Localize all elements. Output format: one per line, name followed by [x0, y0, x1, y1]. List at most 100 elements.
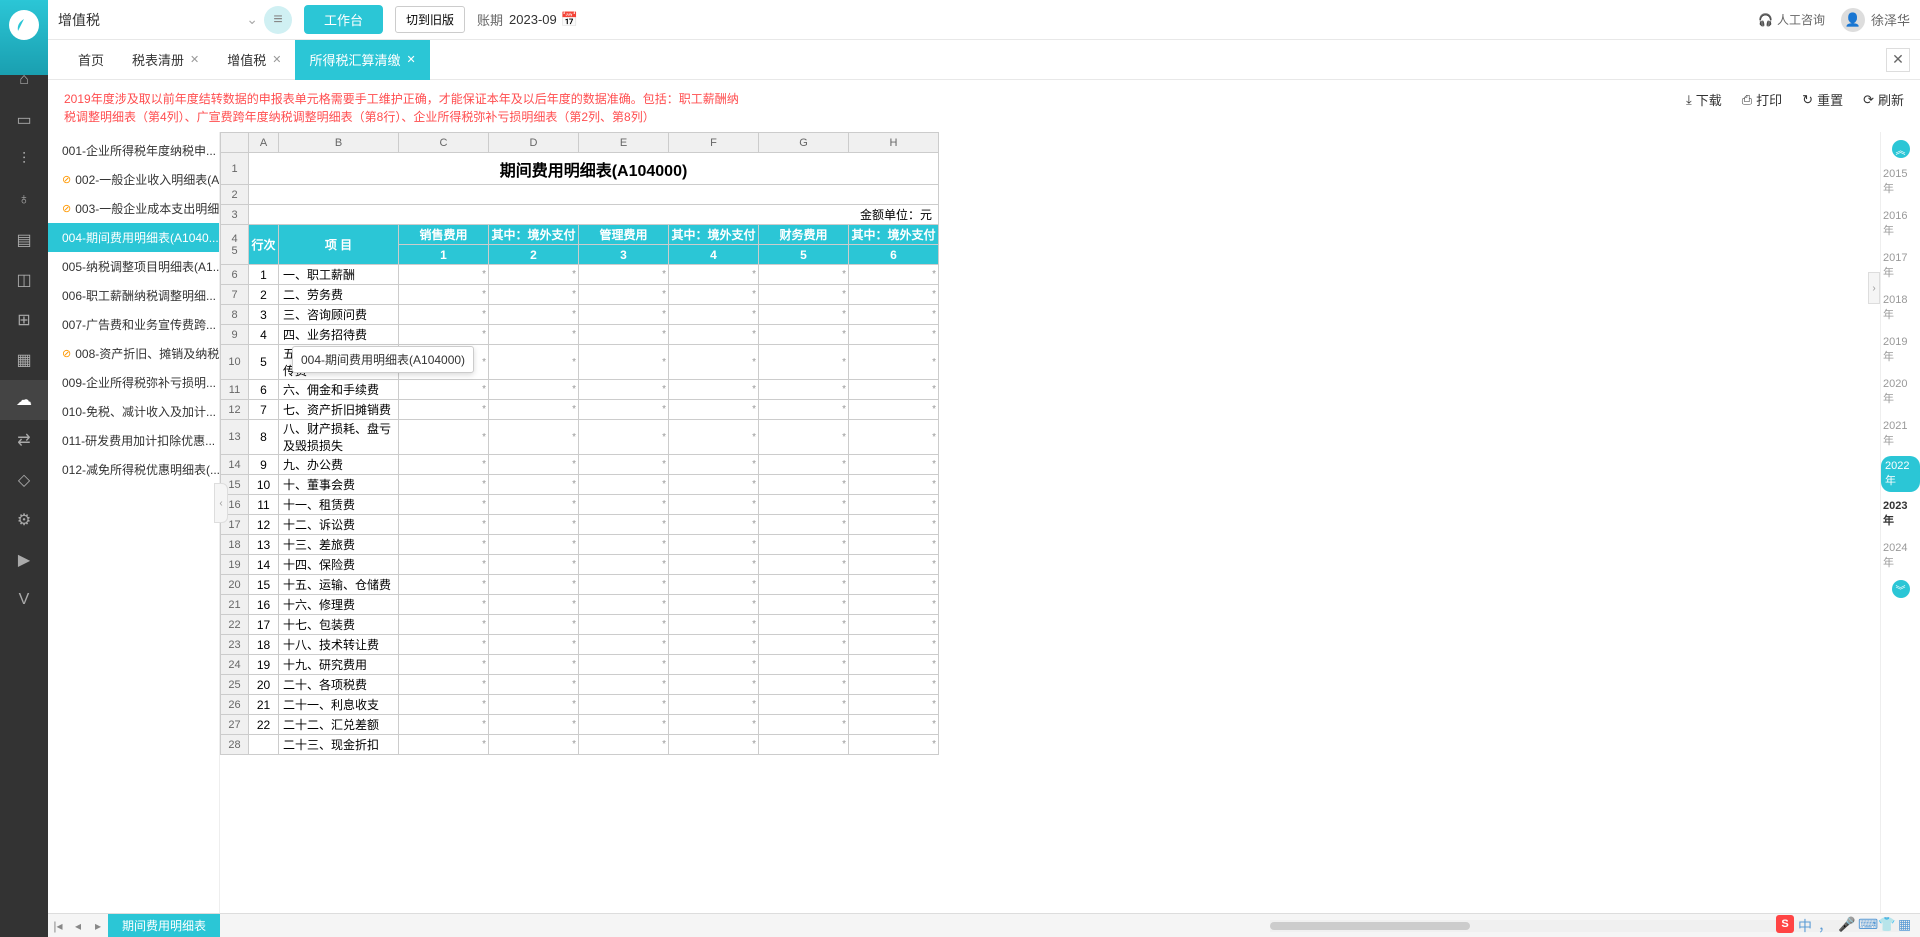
row-header[interactable]: 25: [221, 675, 249, 695]
refresh-button[interactable]: ⟳刷新: [1863, 90, 1904, 109]
data-cell[interactable]: *: [489, 495, 579, 515]
data-cell[interactable]: *: [399, 455, 489, 475]
data-cell[interactable]: *: [849, 345, 939, 380]
data-cell[interactable]: *: [849, 595, 939, 615]
data-cell[interactable]: *: [759, 420, 849, 455]
data-cell[interactable]: *: [669, 535, 759, 555]
data-cell[interactable]: *: [759, 555, 849, 575]
row-header[interactable]: 9: [221, 325, 249, 345]
data-cell[interactable]: *: [759, 535, 849, 555]
row-header[interactable]: 8: [221, 305, 249, 325]
data-cell[interactable]: *: [849, 615, 939, 635]
data-cell[interactable]: *: [399, 475, 489, 495]
row-header[interactable]: 26: [221, 695, 249, 715]
nav-report-icon[interactable]: ◫: [0, 260, 48, 300]
data-cell[interactable]: *: [759, 305, 849, 325]
data-cell[interactable]: *: [489, 635, 579, 655]
data-cell[interactable]: *: [579, 285, 669, 305]
data-cell[interactable]: *: [759, 615, 849, 635]
data-cell[interactable]: *: [669, 325, 759, 345]
data-cell[interactable]: *: [759, 735, 849, 755]
year-option[interactable]: 2021年: [1881, 414, 1920, 454]
data-cell[interactable]: *: [669, 285, 759, 305]
data-cell[interactable]: *: [669, 575, 759, 595]
data-cell[interactable]: *: [849, 675, 939, 695]
data-cell[interactable]: *: [759, 675, 849, 695]
data-cell[interactable]: *: [849, 555, 939, 575]
data-cell[interactable]: *: [759, 655, 849, 675]
ime-lang-icon[interactable]: 中: [1798, 916, 1814, 932]
report-item[interactable]: ⊘003-一般企业成本支出明细...: [48, 194, 219, 223]
data-cell[interactable]: *: [399, 615, 489, 635]
year-option[interactable]: 2024年: [1881, 536, 1920, 576]
tab-增值税[interactable]: 增值税✕: [213, 40, 295, 80]
data-cell[interactable]: *: [489, 575, 579, 595]
data-cell[interactable]: *: [399, 735, 489, 755]
data-cell[interactable]: *: [399, 535, 489, 555]
data-cell[interactable]: *: [489, 475, 579, 495]
data-cell[interactable]: *: [399, 715, 489, 735]
data-cell[interactable]: *: [669, 305, 759, 325]
data-cell[interactable]: *: [399, 655, 489, 675]
app-logo[interactable]: [9, 10, 39, 40]
col-header[interactable]: C: [399, 133, 489, 153]
year-option[interactable]: 2015年: [1881, 162, 1920, 202]
data-cell[interactable]: *: [579, 575, 669, 595]
data-cell[interactable]: *: [849, 400, 939, 420]
data-cell[interactable]: *: [759, 380, 849, 400]
row-header[interactable]: 19: [221, 555, 249, 575]
row-header[interactable]: 28: [221, 735, 249, 755]
data-cell[interactable]: *: [579, 675, 669, 695]
reset-button[interactable]: ↻重置: [1802, 90, 1843, 109]
data-cell[interactable]: *: [849, 535, 939, 555]
data-cell[interactable]: *: [759, 325, 849, 345]
row-header[interactable]: 20: [221, 575, 249, 595]
data-cell[interactable]: *: [399, 420, 489, 455]
workbench-button[interactable]: 工作台: [304, 5, 383, 34]
col-header[interactable]: F: [669, 133, 759, 153]
row-header[interactable]: 12: [221, 400, 249, 420]
report-item[interactable]: 007-广告费和业务宣传费跨...: [48, 310, 219, 339]
data-cell[interactable]: *: [579, 655, 669, 675]
data-cell[interactable]: *: [489, 675, 579, 695]
data-cell[interactable]: *: [579, 635, 669, 655]
data-cell[interactable]: *: [489, 400, 579, 420]
data-cell[interactable]: *: [669, 475, 759, 495]
nav-clipboard-icon[interactable]: ▤: [0, 220, 48, 260]
data-cell[interactable]: *: [579, 595, 669, 615]
nav-chart-icon[interactable]: ⫶: [0, 140, 48, 180]
switch-old-button[interactable]: 切到旧版: [395, 6, 465, 33]
row-header[interactable]: 2: [221, 185, 249, 205]
data-cell[interactable]: *: [579, 380, 669, 400]
data-cell[interactable]: *: [849, 420, 939, 455]
sheet-nav-first[interactable]: |◂: [48, 919, 68, 933]
data-cell[interactable]: *: [849, 265, 939, 285]
data-cell[interactable]: *: [579, 305, 669, 325]
report-item[interactable]: 005-纳税调整项目明细表(A1...: [48, 252, 219, 281]
data-cell[interactable]: *: [849, 475, 939, 495]
ime-toolbox-icon[interactable]: ▦: [1898, 916, 1914, 932]
nav-video-icon[interactable]: ▶: [0, 540, 48, 580]
row-header[interactable]: 21: [221, 595, 249, 615]
data-cell[interactable]: *: [489, 305, 579, 325]
data-cell[interactable]: *: [669, 420, 759, 455]
year-option[interactable]: 2022年: [1881, 456, 1920, 492]
data-cell[interactable]: *: [759, 285, 849, 305]
data-cell[interactable]: *: [579, 695, 669, 715]
data-cell[interactable]: *: [489, 265, 579, 285]
data-cell[interactable]: *: [759, 695, 849, 715]
data-cell[interactable]: *: [399, 635, 489, 655]
data-cell[interactable]: *: [669, 265, 759, 285]
data-cell[interactable]: *: [579, 535, 669, 555]
row-header[interactable]: 1: [221, 153, 249, 185]
data-cell[interactable]: *: [849, 325, 939, 345]
data-cell[interactable]: *: [399, 400, 489, 420]
data-cell[interactable]: *: [849, 380, 939, 400]
data-cell[interactable]: *: [579, 420, 669, 455]
data-cell[interactable]: *: [579, 325, 669, 345]
data-cell[interactable]: *: [669, 400, 759, 420]
row-header[interactable]: 14: [221, 455, 249, 475]
data-cell[interactable]: *: [759, 455, 849, 475]
data-cell[interactable]: *: [669, 345, 759, 380]
row-header[interactable]: 6: [221, 265, 249, 285]
